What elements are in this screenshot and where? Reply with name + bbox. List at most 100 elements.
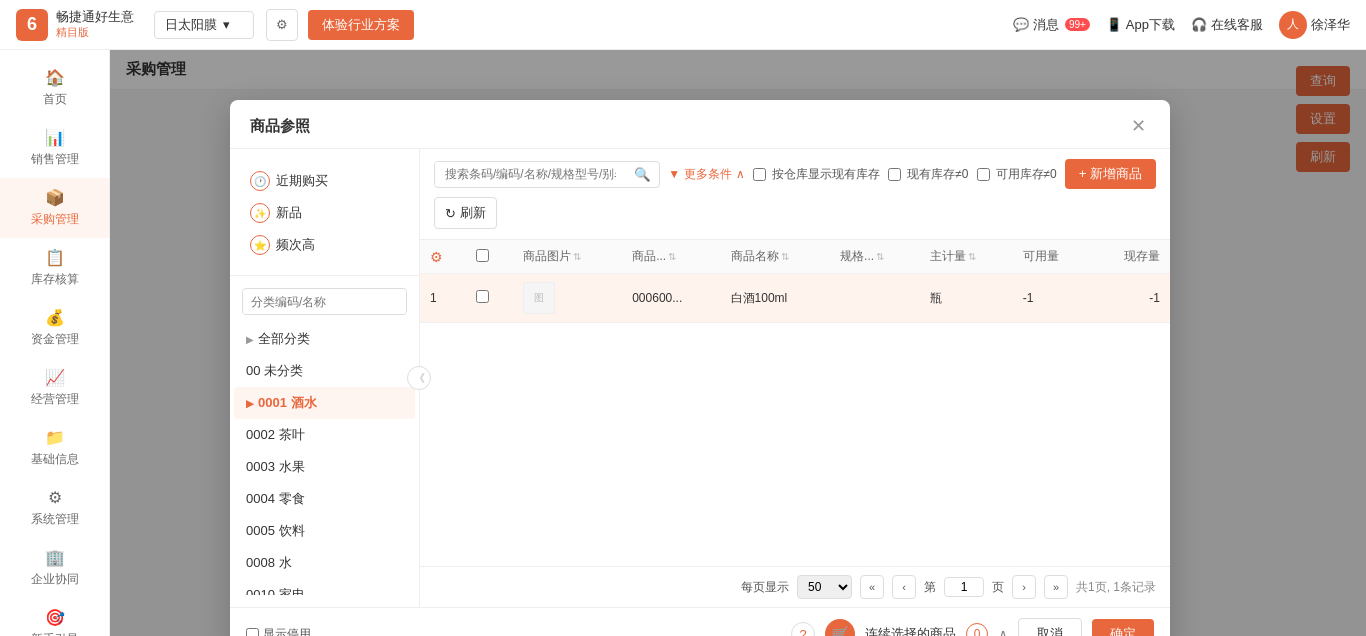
spec-sort[interactable]: 规格... ⇅ xyxy=(840,248,910,265)
column-settings-icon[interactable]: ⚙ xyxy=(430,249,443,265)
settings-button[interactable]: ⚙ xyxy=(266,9,298,41)
messages-button[interactable]: 💬 消息 99+ xyxy=(1013,16,1090,34)
page-input[interactable] xyxy=(944,577,984,597)
cart-collapse-icon[interactable]: ∧ xyxy=(998,626,1008,636)
select-all-checkbox[interactable] xyxy=(476,249,489,262)
image-sort[interactable]: 商品图片 ⇅ xyxy=(523,248,613,265)
name-sort[interactable]: 商品名称 ⇅ xyxy=(731,248,821,265)
checkbox-by-warehouse-input[interactable] xyxy=(753,168,766,181)
category-item-label: 0003 水果 xyxy=(246,458,305,476)
collapse-panel-button[interactable]: 《 xyxy=(407,366,431,390)
category-search: 🔍 xyxy=(242,288,407,315)
category-search-input[interactable] xyxy=(243,290,407,314)
sidebar-item-label: 系统管理 xyxy=(31,511,79,528)
nav-selector[interactable]: 日太阳膜 ▾ xyxy=(154,11,254,39)
sidebar-item-label: 经营管理 xyxy=(31,391,79,408)
sidebar-item-guide[interactable]: 🎯 新手引导 xyxy=(0,598,109,636)
quick-item-new[interactable]: ✨ 新品 xyxy=(242,197,407,229)
row-checkbox[interactable] xyxy=(476,290,489,303)
category-item-label: 0002 茶叶 xyxy=(246,426,305,444)
th-unit[interactable]: 主计量 ⇅ xyxy=(920,240,1013,274)
top-nav: 6 畅捷通好生意 精目版 日太阳膜 ▾ ⚙ 体验行业方案 💬 消息 99+ 📱 … xyxy=(0,0,1366,50)
sidebar-item-home[interactable]: 🏠 首页 xyxy=(0,58,109,118)
code-sort[interactable]: 商品... ⇅ xyxy=(632,248,710,265)
modal-header: 商品参照 ✕ xyxy=(230,100,1170,149)
sidebar-item-finance[interactable]: 💰 资金管理 xyxy=(0,298,109,358)
sidebar-item-enterprise[interactable]: 🏢 企业协同 xyxy=(0,538,109,598)
quick-item-frequent[interactable]: ⭐ 频次高 xyxy=(242,229,407,261)
category-item-0001[interactable]: ▶ 0001 酒水 xyxy=(234,387,415,419)
logo-icon: 6 xyxy=(16,9,48,41)
quick-item-recent[interactable]: 🕐 近期购买 xyxy=(242,165,407,197)
cart-button[interactable]: 🛒 xyxy=(825,619,855,636)
first-page-button[interactable]: « xyxy=(860,575,884,599)
filter-button[interactable]: ▼ 更多条件 ∧ xyxy=(668,166,745,183)
th-code[interactable]: 商品... ⇅ xyxy=(622,240,720,274)
show-disabled-checkbox[interactable]: 显示停用 xyxy=(246,626,311,637)
service-button[interactable]: 🎧 在线客服 xyxy=(1191,16,1263,34)
finance-icon: 💰 xyxy=(45,308,65,327)
show-disabled-input[interactable] xyxy=(246,628,259,637)
cell-checkbox[interactable] xyxy=(466,274,512,323)
refresh-button[interactable]: ↻ 刷新 xyxy=(434,197,497,229)
sidebar: 🏠 首页 📊 销售管理 📦 采购管理 📋 库存核算 💰 资金管理 📈 经营管理 … xyxy=(0,50,110,636)
avatar: 人 xyxy=(1279,11,1307,39)
search-input[interactable] xyxy=(435,162,626,186)
checkbox-by-warehouse-label: 按仓库显示现有库存 xyxy=(772,166,880,183)
home-icon: 🏠 xyxy=(45,68,65,87)
sidebar-item-inventory[interactable]: 📋 库存核算 xyxy=(0,238,109,298)
checkbox-current-stock[interactable]: 现有库存≠0 xyxy=(888,166,968,183)
sidebar-item-purchase[interactable]: 📦 采购管理 xyxy=(0,178,109,238)
category-item-all[interactable]: ▶ 全部分类 xyxy=(234,323,415,355)
app-download-button[interactable]: 📱 App下载 xyxy=(1106,16,1175,34)
user-name: 徐泽华 xyxy=(1311,16,1350,34)
th-image[interactable]: 商品图片 ⇅ xyxy=(513,240,623,274)
cart-icon: 🛒 xyxy=(831,625,850,636)
headset-icon: 🎧 xyxy=(1191,17,1207,32)
modal-overlay: 商品参照 ✕ 🕐 近期购买 ✨ xyxy=(110,50,1366,636)
unit-sort[interactable]: 主计量 ⇅ xyxy=(930,248,1003,265)
prev-page-button[interactable]: ‹ xyxy=(892,575,916,599)
th-available[interactable]: 可用量 xyxy=(1013,240,1092,274)
sidebar-item-sales[interactable]: 📊 销售管理 xyxy=(0,118,109,178)
modal-close-button[interactable]: ✕ xyxy=(1126,114,1150,138)
sidebar-item-system[interactable]: ⚙ 系统管理 xyxy=(0,478,109,538)
checkbox-available-stock-input[interactable] xyxy=(977,168,990,181)
cancel-button[interactable]: 取消 xyxy=(1018,618,1082,636)
category-item-0005[interactable]: 0005 饮料 xyxy=(234,515,415,547)
checkbox-by-warehouse[interactable]: 按仓库显示现有库存 xyxy=(753,166,880,183)
sidebar-item-label: 基础信息 xyxy=(31,451,79,468)
help-button[interactable]: ? xyxy=(791,622,815,636)
th-spec[interactable]: 规格... ⇅ xyxy=(830,240,920,274)
category-item-0002[interactable]: 0002 茶叶 xyxy=(234,419,415,451)
sales-icon: 📊 xyxy=(45,128,65,147)
th-settings[interactable]: ⚙ xyxy=(420,240,466,274)
nav-selector-chevron: ▾ xyxy=(223,17,230,32)
confirm-button[interactable]: 确定 xyxy=(1092,619,1154,636)
user-menu[interactable]: 人 徐泽华 xyxy=(1279,11,1350,39)
add-product-button[interactable]: + 新增商品 xyxy=(1065,159,1156,189)
category-item-0008[interactable]: 0008 水 xyxy=(234,547,415,579)
checkbox-available-stock[interactable]: 可用库存≠0 xyxy=(977,166,1057,183)
category-item-0010[interactable]: 0010 家电 xyxy=(234,579,415,595)
experience-button[interactable]: 体验行业方案 xyxy=(308,10,414,40)
content-area: 采购管理 查询 设置 刷新 商品参照 ✕ xyxy=(110,50,1366,636)
th-checkbox[interactable] xyxy=(466,240,512,274)
search-button[interactable]: 🔍 xyxy=(626,162,659,187)
checkbox-current-stock-input[interactable] xyxy=(888,168,901,181)
refresh-label: 刷新 xyxy=(460,204,486,222)
table-row[interactable]: 1 图 000600... 白酒100ml 瓶 xyxy=(420,274,1170,323)
th-stock[interactable]: 现存量 xyxy=(1091,240,1170,274)
sidebar-item-basic[interactable]: 📁 基础信息 xyxy=(0,418,109,478)
category-item-00[interactable]: 00 未分类 xyxy=(234,355,415,387)
th-name[interactable]: 商品名称 ⇅ xyxy=(721,240,831,274)
sidebar-item-operations[interactable]: 📈 经营管理 xyxy=(0,358,109,418)
expand-icon: ▶ xyxy=(246,398,254,409)
next-page-button[interactable]: › xyxy=(1012,575,1036,599)
cell-name: 白酒100ml xyxy=(721,274,831,323)
category-item-0004[interactable]: 0004 零食 xyxy=(234,483,415,515)
per-page-select[interactable]: 50 100 xyxy=(797,575,852,599)
last-page-button[interactable]: » xyxy=(1044,575,1068,599)
guide-icon: 🎯 xyxy=(45,608,65,627)
category-item-0003[interactable]: 0003 水果 xyxy=(234,451,415,483)
